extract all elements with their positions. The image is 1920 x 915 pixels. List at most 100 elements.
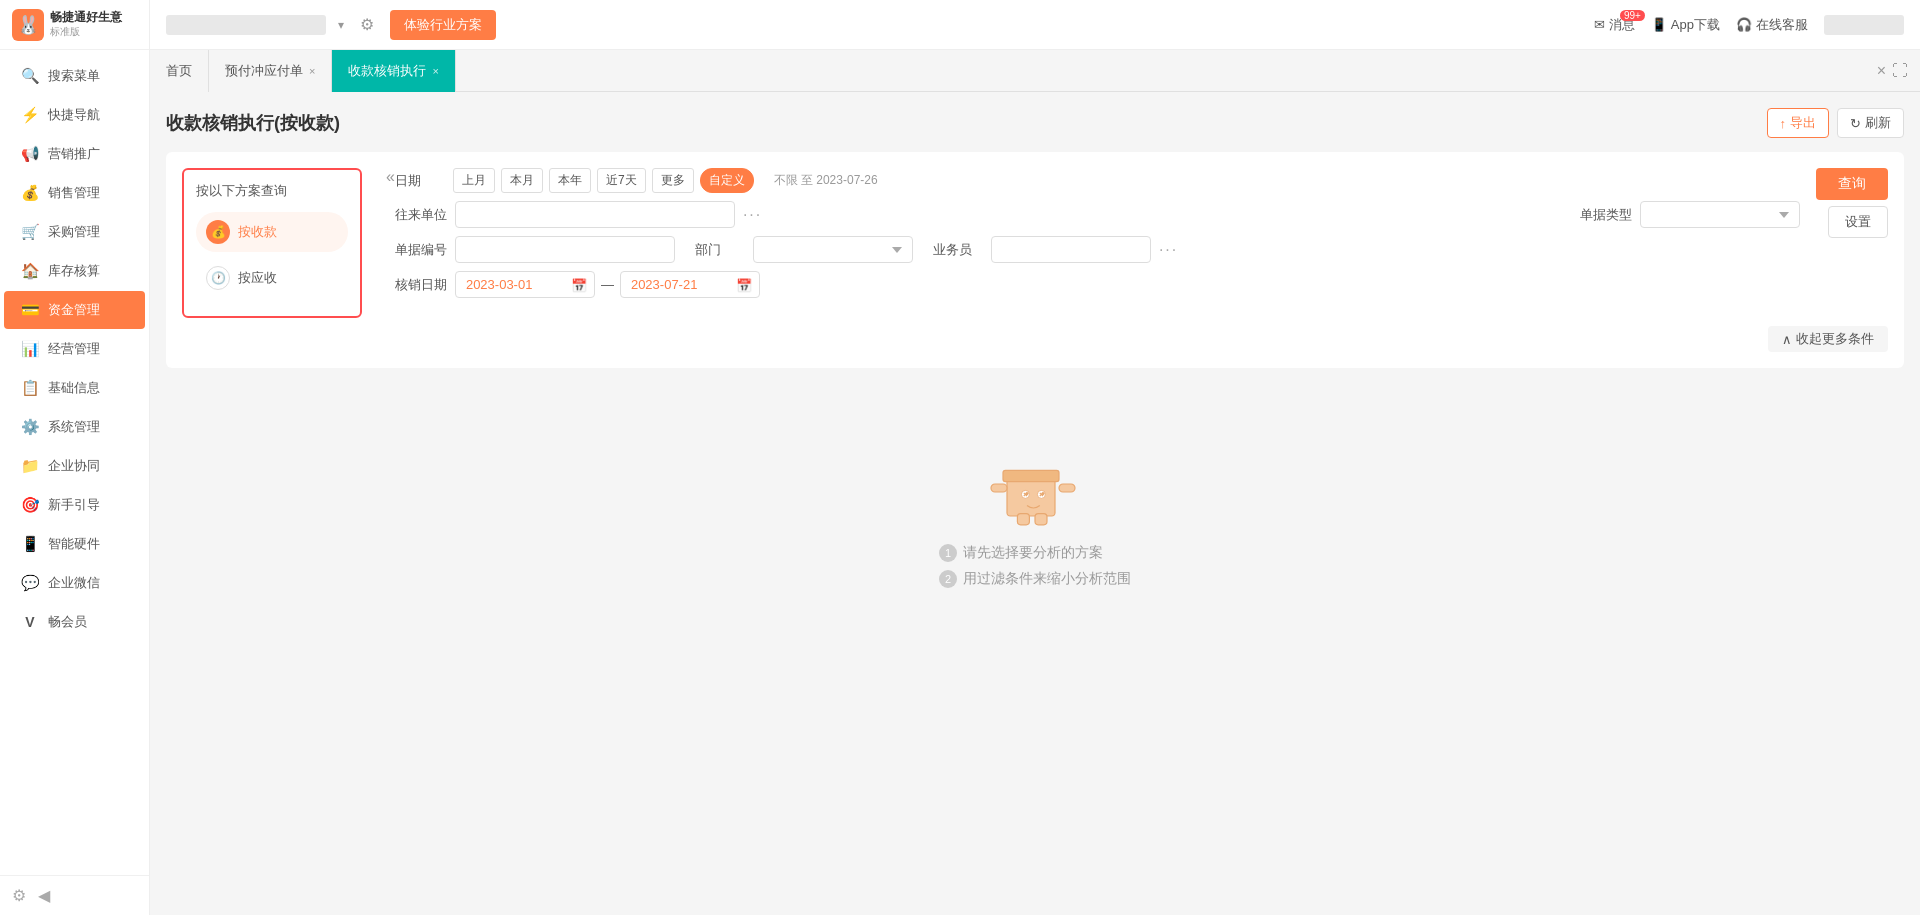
search-menu-icon: 🔍 [20,67,40,85]
topbar-right: ✉ 消息 99+ 📱 App下载 🎧 在线客服 [1594,15,1904,35]
query-type-panel: 按以下方案查询 💰 按收款 🕐 按应收 [182,168,362,318]
sidebar-item-marketing[interactable]: 📢 营销推广 [4,135,145,173]
dept-select[interactable] [753,236,913,263]
purchase-icon: 🛒 [20,223,40,241]
svg-rect-12 [1017,514,1029,525]
sidebar-item-label: 企业协同 [48,457,100,475]
empty-state: 1 请先选择要分析的方案 2 用过滤条件来缩小分析范围 [166,448,1904,596]
tabbar: 首页 预付冲应付单 × 收款核销执行 × × ⛶ [150,50,1920,92]
hardware-icon: 📱 [20,535,40,553]
sidebar-item-basic[interactable]: 📋 基础信息 [4,369,145,407]
message-icon: ✉ [1594,17,1605,32]
date-custom[interactable]: 自定义 [700,168,754,193]
topbar-gear-icon[interactable]: ⚙ [360,15,374,34]
date-7days[interactable]: 近7天 [597,168,646,193]
collapse-panel-icon[interactable]: « [386,168,395,186]
sidebar-item-member[interactable]: V 畅会员 [4,603,145,641]
tab-prepay[interactable]: 预付冲应付单 × [209,50,332,92]
sidebar-item-hardware[interactable]: 📱 智能硬件 [4,525,145,563]
counterpart-label: 往来单位 [395,206,447,224]
doc-type-label: 单据类型 [1580,206,1632,224]
tab-home[interactable]: 首页 [150,50,209,92]
sidebar-item-operation[interactable]: 📊 经营管理 [4,330,145,368]
query-type-by-receivable[interactable]: 🕐 按应收 [196,258,348,298]
message-button[interactable]: ✉ 消息 99+ [1594,16,1635,34]
by-collection-label: 按收款 [238,223,277,241]
collapse-up-icon: ∧ [1782,332,1792,347]
settings-icon[interactable]: ⚙ [12,886,26,905]
page-content: 收款核销执行(按收款) ↑ 导出 ↻ 刷新 按以下方案查询 💰 [150,92,1920,915]
service-label: 在线客服 [1756,16,1808,34]
empty-illustration [985,448,1085,528]
finance-icon: 💳 [20,301,40,319]
sidebar-item-guide[interactable]: 🎯 新手引导 [4,486,145,524]
sidebar-item-label: 基础信息 [48,379,100,397]
app-download-button[interactable]: 📱 App下载 [1651,16,1720,34]
query-button[interactable]: 查询 [1816,168,1888,200]
sidebar-item-search-menu[interactable]: 🔍 搜索菜单 [4,57,145,95]
staff-more-icon[interactable]: ··· [1159,241,1178,259]
sidebar-item-wechat[interactable]: 💬 企业微信 [4,564,145,602]
sidebar-item-finance[interactable]: 💳 资金管理 [4,291,145,329]
setting-button[interactable]: 设置 [1828,206,1888,238]
verify-date-range: 2023-03-01 📅 — 2023-07-21 📅 [455,271,760,298]
filter-action-buttons: 查询 设置 [1816,168,1888,238]
sidebar-item-sales[interactable]: 💰 销售管理 [4,174,145,212]
date-this-year[interactable]: 本年 [549,168,591,193]
app-label: App下载 [1671,16,1720,34]
sidebar-item-inventory[interactable]: 🏠 库存核算 [4,252,145,290]
tab-collection-label: 收款核销执行 [348,62,426,80]
verify-date-start-cal-icon[interactable]: 📅 [571,277,587,292]
sidebar-item-label: 经营管理 [48,340,100,358]
inventory-icon: 🏠 [20,262,40,280]
date-this-month[interactable]: 本月 [501,168,543,193]
service-icon: 🎧 [1736,17,1752,32]
sidebar-item-quick-nav[interactable]: ⚡ 快捷导航 [4,96,145,134]
date-last-month[interactable]: 上月 [453,168,495,193]
empty-hint-1: 1 请先选择要分析的方案 [939,544,1131,562]
refresh-button[interactable]: ↻ 刷新 [1837,108,1904,138]
refresh-label: 刷新 [1865,114,1891,132]
date-no-limit: 不限 至 2023-07-26 [774,172,878,189]
verify-date-filter: 核销日期 2023-03-01 📅 — 2023-07-21 [395,271,760,298]
collapse-sidebar-icon[interactable]: ◀ [38,886,50,905]
page-title: 收款核销执行(按收款) [166,111,340,135]
dropdown-arrow-icon[interactable]: ▾ [338,18,344,32]
verify-date-end-cal-icon[interactable]: 📅 [736,277,752,292]
tab-collection-close-icon[interactable]: × [432,65,438,77]
sidebar-item-enterprise[interactable]: 📁 企业协同 [4,447,145,485]
sales-icon: 💰 [20,184,40,202]
doc-no-label: 单据编号 [395,241,447,259]
sidebar-item-system[interactable]: ⚙️ 系统管理 [4,408,145,446]
counterpart-more-icon[interactable]: ··· [743,206,762,224]
collapse-conditions-button[interactable]: ∧ 收起更多条件 [1768,326,1888,352]
doc-no-input[interactable] [455,236,675,263]
verify-date-end-wrap: 2023-07-21 📅 [620,271,760,298]
date-more[interactable]: 更多 [652,168,694,193]
tab-prepay-close-icon[interactable]: × [309,65,315,77]
staff-label: 业务员 [933,241,983,259]
export-button[interactable]: ↑ 导出 [1767,108,1830,138]
tab-collection[interactable]: 收款核销执行 × [332,50,455,92]
export-icon: ↑ [1780,116,1787,131]
filter-area: 按以下方案查询 💰 按收款 🕐 按应收 « [166,152,1904,368]
sidebar-item-purchase[interactable]: 🛒 采购管理 [4,213,145,251]
sidebar-bottom: ⚙ ◀ [0,875,149,915]
query-type-by-collection[interactable]: 💰 按收款 [196,212,348,252]
solution-button[interactable]: 体验行业方案 [390,10,496,40]
tab-home-label: 首页 [166,62,192,80]
collapse-conditions-row: ∧ 收起更多条件 [395,326,1888,352]
hint-text-1: 请先选择要分析的方案 [963,544,1103,562]
expand-tab-icon[interactable]: ⛶ [1892,62,1908,80]
sidebar-item-label: 资金管理 [48,301,100,319]
close-tab-icon[interactable]: × [1877,62,1886,80]
wechat-icon: 💬 [20,574,40,592]
counterpart-input[interactable] [455,201,735,228]
sidebar: 🐰 畅捷通好生意 标准版 🔍 搜索菜单 ⚡ 快捷导航 📢 营销推广 💰 销售管理… [0,0,150,915]
basic-icon: 📋 [20,379,40,397]
sidebar-item-label: 系统管理 [48,418,100,436]
staff-input[interactable] [991,236,1151,263]
by-collection-icon: 💰 [206,220,230,244]
doc-type-select[interactable] [1640,201,1800,228]
online-service-button[interactable]: 🎧 在线客服 [1736,16,1808,34]
